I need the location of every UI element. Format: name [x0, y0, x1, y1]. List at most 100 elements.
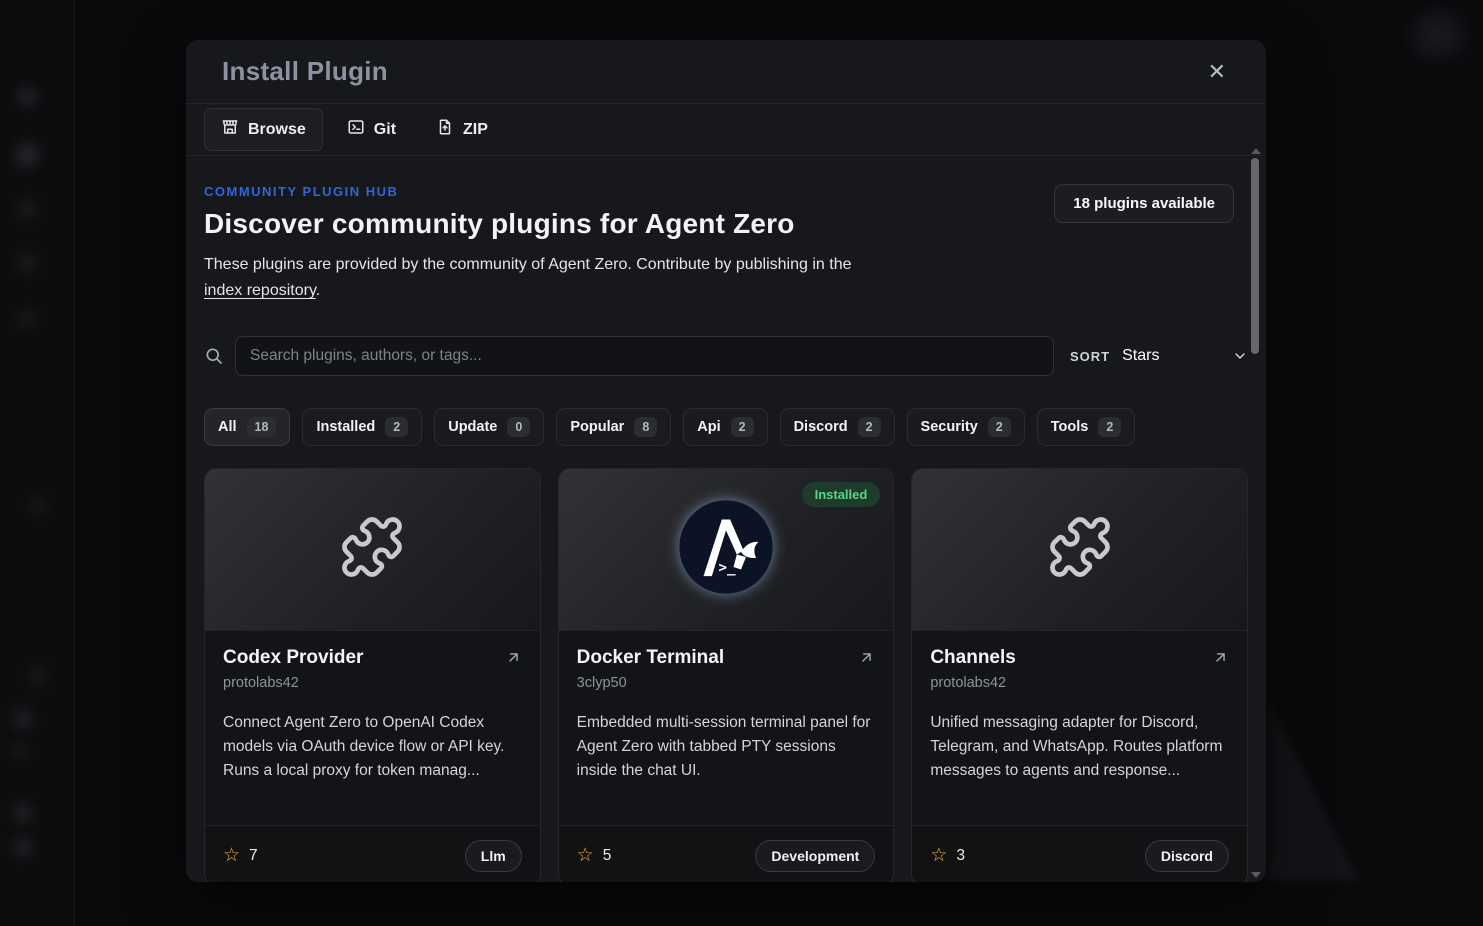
filter-chip-popular[interactable]: Popular 8 — [556, 408, 671, 446]
tab-git[interactable]: Git — [331, 109, 412, 150]
agent-zero-logo: >_ — [676, 497, 776, 602]
external-link-icon — [505, 649, 522, 666]
tab-browse-label: Browse — [248, 121, 306, 139]
sidebar-icon-blurred — [14, 196, 40, 222]
source-tabs: Browse Git ZIP — [186, 104, 1266, 156]
svg-text:>_: >_ — [718, 560, 736, 576]
plugin-card-channels[interactable]: Channels protolabs42 Unified messaging a… — [911, 468, 1248, 882]
filter-chip-installed[interactable]: Installed 2 — [302, 408, 422, 446]
chip-count: 8 — [634, 417, 657, 437]
install-plugin-modal: Install Plugin ✕ Browse Git — [186, 40, 1266, 882]
puzzle-icon — [339, 514, 405, 585]
tab-browse[interactable]: Browse — [204, 108, 323, 151]
hub-description-suffix: . — [316, 282, 320, 299]
chip-label: Installed — [316, 419, 375, 435]
plugin-card-media — [912, 469, 1247, 631]
scrollbar-thumb[interactable] — [1251, 158, 1259, 354]
chip-label: Popular — [570, 419, 624, 435]
filter-chip-api[interactable]: Api 2 — [683, 408, 767, 446]
sidebar-icon-blurred — [14, 250, 40, 276]
modal-header: Install Plugin ✕ — [186, 40, 1266, 104]
plugin-card-body: Channels protolabs42 Unified messaging a… — [912, 631, 1247, 825]
chip-count: 0 — [507, 417, 530, 437]
star-icon: ☆ — [223, 846, 240, 865]
filter-chip-discord[interactable]: Discord 2 — [780, 408, 895, 446]
chip-label: Update — [448, 419, 497, 435]
plugin-tag[interactable]: Llm — [465, 840, 522, 872]
sidebar-icon-blurred — [8, 706, 38, 732]
installed-badge: Installed — [802, 482, 881, 507]
star-count: 3 — [956, 847, 965, 865]
external-link-icon — [858, 649, 875, 666]
plugin-name: Codex Provider — [223, 647, 363, 669]
plugin-description: Unified messaging adapter for Discord, T… — [930, 711, 1229, 783]
sidebar-icon-blurred — [26, 664, 50, 688]
chip-count: 2 — [731, 417, 754, 437]
sidebar-icon-blurred — [14, 306, 40, 332]
modal-title: Install Plugin — [222, 56, 388, 87]
sidebar-icon-blurred — [14, 84, 40, 110]
chip-count: 2 — [988, 417, 1011, 437]
hub-description: These plugins are provided by the commun… — [204, 252, 894, 304]
file-upload-icon — [436, 118, 454, 141]
sort-value: Stars — [1122, 347, 1159, 365]
tab-zip[interactable]: ZIP — [420, 109, 504, 150]
close-button[interactable]: ✕ — [1204, 57, 1230, 87]
plugin-tag[interactable]: Development — [755, 840, 875, 872]
chip-label: Api — [697, 419, 720, 435]
plugin-author: protolabs42 — [930, 675, 1229, 691]
plugin-count-badge: 18 plugins available — [1054, 184, 1234, 223]
chip-count: 2 — [858, 417, 881, 437]
modal-scrollbar[interactable] — [1250, 106, 1260, 882]
plugin-name: Channels — [930, 647, 1016, 669]
tab-zip-label: ZIP — [463, 121, 488, 139]
plugin-author: protolabs42 — [223, 675, 522, 691]
plugin-tag[interactable]: Discord — [1145, 840, 1229, 872]
sidebar-icon-blurred — [10, 138, 44, 172]
filter-chips: All 18 Installed 2 Update 0 Popular 8 Ap… — [204, 408, 1248, 446]
app-sidebar-dimmed — [0, 0, 75, 926]
sidebar-icon-blurred — [26, 494, 50, 518]
hub-section: COMMUNITY PLUGIN HUB Discover community … — [204, 184, 1248, 304]
plugin-card-media: Installed >_ — [559, 469, 894, 631]
puzzle-icon — [1047, 514, 1113, 585]
external-link-icon — [1212, 649, 1229, 666]
star-rating: ☆ 7 — [223, 846, 258, 865]
filter-chip-tools[interactable]: Tools 2 — [1037, 408, 1136, 446]
star-count: 7 — [249, 847, 258, 865]
sort-label: SORT — [1070, 349, 1110, 364]
background-glow — [1393, 10, 1483, 60]
filter-chip-all[interactable]: All 18 — [204, 408, 290, 446]
modal-content: COMMUNITY PLUGIN HUB Discover community … — [186, 184, 1266, 882]
plugin-card-codex-provider[interactable]: Codex Provider protolabs42 Connect Agent… — [204, 468, 541, 882]
search-icon — [204, 346, 224, 366]
plugin-card-media — [205, 469, 540, 631]
plugin-card-footer: ☆ 3 Discord — [912, 825, 1247, 882]
search-input[interactable] — [235, 336, 1054, 376]
star-icon: ☆ — [930, 846, 947, 865]
chip-label: All — [218, 419, 237, 435]
sidebar-icon-blurred — [6, 740, 32, 760]
scrollbar-down-arrow[interactable] — [1251, 872, 1261, 878]
sidebar-icon-blurred — [10, 834, 36, 860]
scrollbar-up-arrow[interactable] — [1251, 148, 1261, 154]
star-count: 5 — [603, 847, 612, 865]
chip-count: 18 — [247, 417, 277, 437]
chip-count: 2 — [385, 417, 408, 437]
plugin-card-footer: ☆ 7 Llm — [205, 825, 540, 882]
star-rating: ☆ 5 — [577, 846, 612, 865]
plugin-author: 3clyp50 — [577, 675, 876, 691]
background-shape — [1268, 700, 1358, 880]
filter-chip-security[interactable]: Security 2 — [907, 408, 1025, 446]
star-rating: ☆ 3 — [930, 846, 965, 865]
star-icon: ☆ — [577, 846, 594, 865]
plugin-cards: Codex Provider protolabs42 Connect Agent… — [204, 468, 1248, 882]
index-repository-link[interactable]: index repository — [204, 282, 316, 299]
plugin-card-body: Docker Terminal 3clyp50 Embedded multi-s… — [559, 631, 894, 825]
plugin-card-docker-terminal[interactable]: Installed >_ — [558, 468, 895, 882]
chip-label: Discord — [794, 419, 848, 435]
terminal-icon — [347, 118, 365, 141]
hub-description-text: These plugins are provided by the commun… — [204, 256, 851, 273]
sort-dropdown[interactable]: SORT Stars — [1070, 347, 1248, 365]
filter-chip-update[interactable]: Update 0 — [434, 408, 544, 446]
